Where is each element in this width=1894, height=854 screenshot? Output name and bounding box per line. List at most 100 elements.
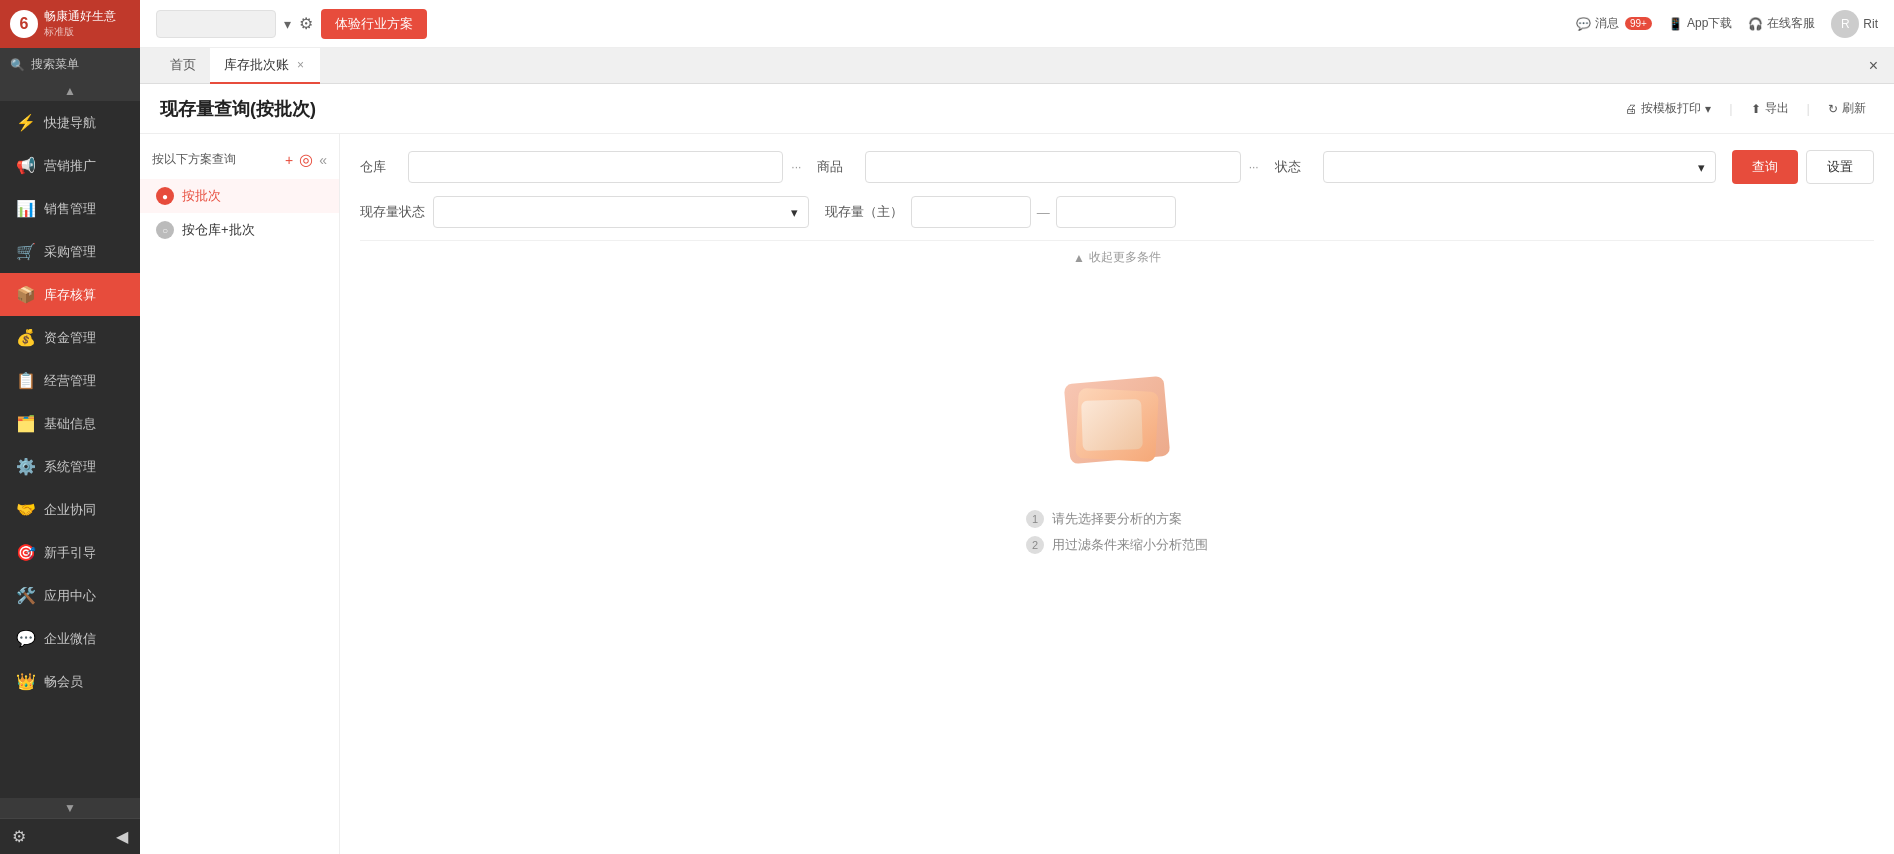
settings-icon[interactable]: ⚙: [12, 827, 26, 846]
panel-header: 按以下方案查询 + ◎ «: [140, 144, 339, 179]
empty-icon: [1057, 370, 1177, 490]
empty-icon-top: [1081, 399, 1143, 451]
product-input[interactable]: [865, 151, 1240, 183]
sidebar-item-label: 企业协同: [44, 501, 96, 519]
sales-icon: 📊: [16, 199, 36, 218]
sidebar-item-purchase[interactable]: 🛒 采购管理: [0, 230, 140, 273]
status-select[interactable]: ▾: [1323, 151, 1716, 183]
export-icon: ⬆: [1751, 102, 1761, 116]
sidebar-item-operation[interactable]: 📋 经营管理: [0, 359, 140, 402]
product-more-button[interactable]: ···: [1249, 160, 1259, 174]
sidebar-item-wechat[interactable]: 💬 企业微信: [0, 617, 140, 660]
content-area: 按以下方案查询 + ◎ « ● 按批次 ○ 按仓库+批次: [140, 134, 1894, 854]
export-button[interactable]: ⬆ 导出: [1743, 96, 1797, 121]
stock-status-select[interactable]: ▾: [433, 196, 809, 228]
sidebar-scroll-down[interactable]: ▼: [0, 798, 140, 818]
topbar-gear-icon[interactable]: ⚙: [299, 14, 313, 33]
sidebar-item-label: 销售管理: [44, 200, 96, 218]
message-button[interactable]: 💬 消息 99+: [1576, 15, 1652, 32]
panel-item-warehouse-batch[interactable]: ○ 按仓库+批次: [140, 213, 339, 247]
sidebar-item-marketing[interactable]: 📢 营销推广: [0, 144, 140, 187]
service-label: 在线客服: [1767, 15, 1815, 32]
panel-header-label: 按以下方案查询: [152, 151, 236, 168]
filter-row-1: 仓库 ··· 商品 ··· 状态 ▾: [360, 150, 1874, 184]
product-label: 商品: [817, 158, 857, 176]
tab-close-button[interactable]: ×: [295, 58, 306, 72]
sidebar-item-basic[interactable]: 🗂️ 基础信息: [0, 402, 140, 445]
settings-button[interactable]: 设置: [1806, 150, 1874, 184]
sidebar-item-guide[interactable]: 🎯 新手引导: [0, 531, 140, 574]
stock-quantity-group: 现存量（主） —: [825, 196, 1274, 228]
query-button[interactable]: 查询: [1732, 150, 1798, 184]
refresh-icon: ↻: [1828, 102, 1838, 116]
sidebar-item-inventory[interactable]: 📦 库存核算: [0, 273, 140, 316]
member-icon: 👑: [16, 672, 36, 691]
purchase-icon: 🛒: [16, 242, 36, 261]
sidebar-item-member[interactable]: 👑 畅会员: [0, 660, 140, 703]
stock-quantity-dash: —: [1037, 205, 1050, 220]
refresh-button[interactable]: ↻ 刷新: [1820, 96, 1874, 121]
collapse-label: 收起更多条件: [1089, 249, 1161, 266]
warehouse-more-button[interactable]: ···: [791, 160, 801, 174]
add-scheme-button[interactable]: +: [285, 152, 293, 168]
tab-home[interactable]: 首页: [156, 48, 210, 84]
app-title-group: 畅康通好生意 标准版: [44, 9, 116, 39]
user-area[interactable]: R Rit: [1831, 10, 1878, 38]
trial-button[interactable]: 体验行业方案: [321, 9, 427, 39]
topbar-right: 💬 消息 99+ 📱 App下载 🎧 在线客服 R Rit: [1576, 10, 1878, 38]
sidebar-bottom: ⚙ ◀: [0, 818, 140, 854]
target-icon-button[interactable]: ◎: [299, 150, 313, 169]
sidebar-item-label: 经营管理: [44, 372, 96, 390]
topbar-search-input[interactable]: [156, 10, 276, 38]
stock-status-chevron-icon: ▾: [791, 205, 798, 220]
sidebar-item-label: 新手引导: [44, 544, 96, 562]
sidebar-item-label: 快捷导航: [44, 114, 96, 132]
close-panel-button[interactable]: ×: [1869, 57, 1878, 75]
product-filter-group: 商品 ···: [817, 151, 1258, 183]
stock-status-label: 现存量状态: [360, 203, 425, 221]
sidebar-item-label: 库存核算: [44, 286, 96, 304]
warehouse-batch-icon: ○: [156, 221, 174, 239]
enterprise-icon: 🤝: [16, 500, 36, 519]
marketing-icon: 📢: [16, 156, 36, 175]
filter-buttons: 查询 设置: [1732, 150, 1874, 184]
collapse-more-button[interactable]: ▲ 收起更多条件: [360, 240, 1874, 274]
message-badge: 99+: [1625, 17, 1652, 30]
sidebar-item-quick-nav[interactable]: ⚡ 快捷导航: [0, 101, 140, 144]
collapse-sidebar-icon[interactable]: ◀: [116, 827, 128, 846]
user-name: Rit: [1863, 17, 1878, 31]
empty-tip-1: 1 请先选择要分析的方案: [1026, 510, 1208, 528]
page-title: 现存量查询(按批次): [160, 97, 316, 121]
tip-text-2: 用过滤条件来缩小分析范围: [1052, 536, 1208, 554]
panel-header-actions: + ◎ «: [285, 150, 327, 169]
stock-status-group: 现存量状态 ▾: [360, 196, 809, 228]
sidebar-search[interactable]: 🔍 搜索菜单: [0, 48, 140, 81]
divider2: |: [1807, 101, 1810, 116]
sidebar-item-system[interactable]: ⚙️ 系统管理: [0, 445, 140, 488]
topbar: ▾ ⚙ 体验行业方案 💬 消息 99+ 📱 App下载 🎧 在线客服 R Rit: [140, 0, 1894, 48]
tip-text-1: 请先选择要分析的方案: [1052, 510, 1182, 528]
status-filter-group: 状态 ▾: [1275, 151, 1716, 183]
tab-inventory-batch[interactable]: 库存批次账 ×: [210, 48, 320, 84]
appstore-icon: 🛠️: [16, 586, 36, 605]
stock-quantity-min[interactable]: [911, 196, 1031, 228]
divider1: |: [1729, 101, 1732, 116]
collapse-panel-button[interactable]: «: [319, 152, 327, 168]
warehouse-input[interactable]: [408, 151, 783, 183]
sidebar-item-enterprise[interactable]: 🤝 企业协同: [0, 488, 140, 531]
message-label: 消息: [1595, 15, 1619, 32]
online-service-button[interactable]: 🎧 在线客服: [1748, 15, 1815, 32]
sidebar-item-sales[interactable]: 📊 销售管理: [0, 187, 140, 230]
topbar-dropdown-button[interactable]: ▾: [284, 16, 291, 32]
service-icon: 🎧: [1748, 17, 1763, 31]
empty-tips: 1 请先选择要分析的方案 2 用过滤条件来缩小分析范围: [1026, 510, 1208, 554]
sidebar-item-appstore[interactable]: 🛠️ 应用中心: [0, 574, 140, 617]
panel-item-batch[interactable]: ● 按批次: [140, 179, 339, 213]
sidebar-item-label: 基础信息: [44, 415, 96, 433]
sidebar-item-finance[interactable]: 💰 资金管理: [0, 316, 140, 359]
sidebar-scroll-up[interactable]: ▲: [0, 81, 140, 101]
empty-tip-2: 2 用过滤条件来缩小分析范围: [1026, 536, 1208, 554]
app-download-button[interactable]: 📱 App下载: [1668, 15, 1732, 32]
stock-quantity-max[interactable]: [1056, 196, 1176, 228]
print-button[interactable]: 🖨 按模板打印 ▾: [1617, 96, 1719, 121]
